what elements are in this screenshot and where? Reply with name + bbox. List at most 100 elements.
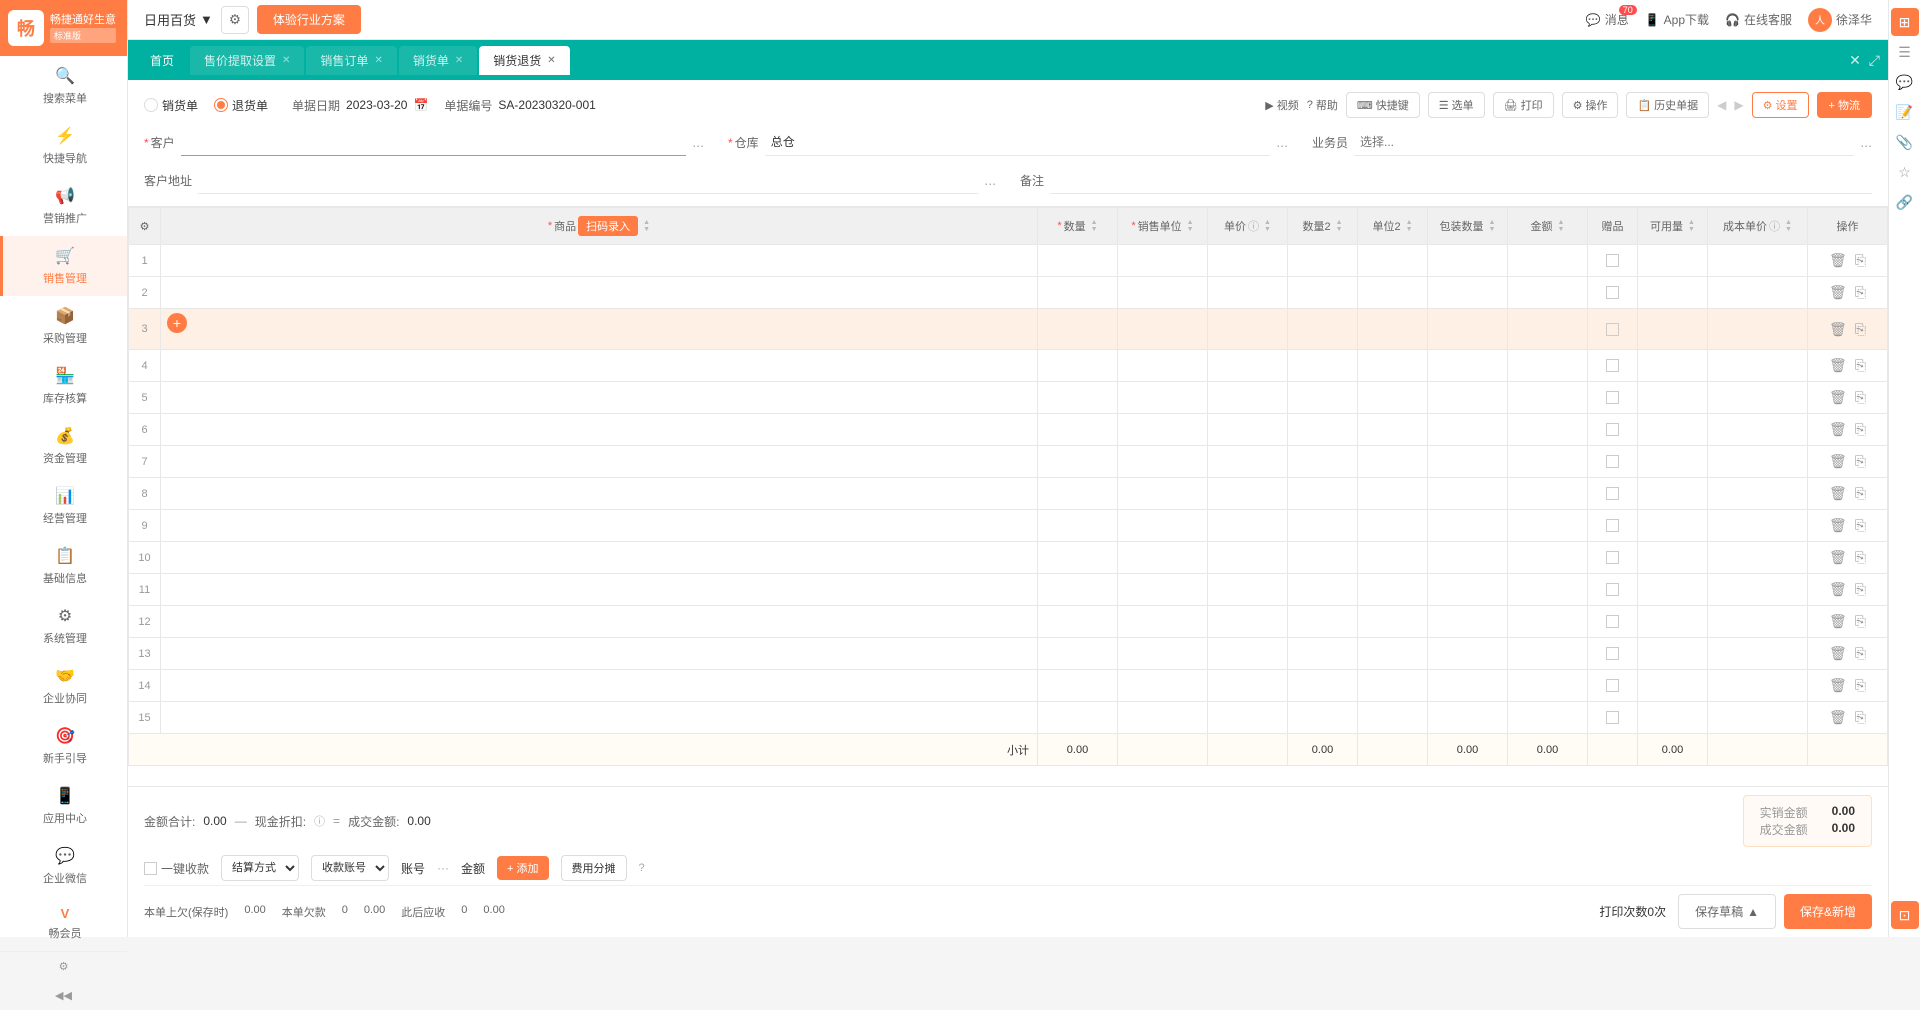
cost-price-cell[interactable] xyxy=(1708,414,1808,446)
amount-cell[interactable] xyxy=(1508,542,1588,574)
unit-sort-icon[interactable]: ▲▼ xyxy=(1187,219,1194,233)
amount-cell[interactable] xyxy=(1508,606,1588,638)
price-cell[interactable] xyxy=(1208,606,1288,638)
select-btn[interactable]: ☰ 选单 xyxy=(1428,92,1485,118)
gift-cell[interactable] xyxy=(1588,574,1638,606)
right-panel-attachment[interactable]: 📎 xyxy=(1891,128,1919,156)
cost-price-cell[interactable] xyxy=(1708,702,1808,734)
copy-row-btn[interactable]: ⎘ xyxy=(1853,419,1868,440)
qty2-cell[interactable] xyxy=(1288,574,1358,606)
amount-cell[interactable] xyxy=(1508,574,1588,606)
pack-qty-cell[interactable] xyxy=(1428,446,1508,478)
sidebar-item-sales[interactable]: 🛒 销售管理 xyxy=(0,236,127,296)
amount-sort-icon[interactable]: ▲▼ xyxy=(1558,219,1565,233)
qty-cell[interactable] xyxy=(1038,446,1118,478)
cost-price-cell[interactable] xyxy=(1708,309,1808,350)
unit2-cell[interactable] xyxy=(1358,382,1428,414)
unit-cell[interactable] xyxy=(1118,670,1208,702)
qty-cell[interactable] xyxy=(1038,670,1118,702)
pack-sort-icon[interactable]: ▲▼ xyxy=(1489,219,1496,233)
available-cell[interactable] xyxy=(1638,670,1708,702)
right-panel-table-view[interactable]: ⊞ xyxy=(1891,8,1919,36)
qty2-cell[interactable] xyxy=(1288,670,1358,702)
cost-sort-icon[interactable]: ▲▼ xyxy=(1785,219,1792,233)
price-cell[interactable] xyxy=(1208,542,1288,574)
tab-price-close-icon[interactable]: ✕ xyxy=(282,55,290,66)
unit2-cell[interactable] xyxy=(1358,478,1428,510)
pack-qty-cell[interactable] xyxy=(1428,670,1508,702)
unit-cell[interactable] xyxy=(1118,277,1208,309)
account-select[interactable]: 收款账号 xyxy=(311,855,389,881)
qty-cell[interactable] xyxy=(1038,702,1118,734)
pack-qty-cell[interactable] xyxy=(1428,574,1508,606)
price-info-icon[interactable]: ⓘ xyxy=(1248,218,1259,234)
pack-qty-cell[interactable] xyxy=(1428,542,1508,574)
settings-form-btn[interactable]: ⚙ 设置 xyxy=(1752,92,1809,118)
gift-checkbox[interactable] xyxy=(1606,679,1619,692)
unit-cell[interactable] xyxy=(1118,446,1208,478)
gift-checkbox[interactable] xyxy=(1606,615,1619,628)
available-cell[interactable] xyxy=(1638,478,1708,510)
qty-cell[interactable] xyxy=(1038,277,1118,309)
qty2-cell[interactable] xyxy=(1288,510,1358,542)
unit2-cell[interactable] xyxy=(1358,245,1428,277)
product-cell[interactable] xyxy=(161,574,1038,606)
product-cell[interactable] xyxy=(161,542,1038,574)
copy-row-btn[interactable]: ⎘ xyxy=(1853,250,1868,271)
pack-qty-cell[interactable] xyxy=(1428,245,1508,277)
save-draft-btn[interactable]: 保存草稿 ▲ xyxy=(1678,894,1776,929)
sidebar-item-inventory[interactable]: 🏪 库存核算 xyxy=(0,356,127,416)
gift-cell[interactable] xyxy=(1588,606,1638,638)
price-cell[interactable] xyxy=(1208,638,1288,670)
product-cell[interactable] xyxy=(161,245,1038,277)
pack-qty-cell[interactable] xyxy=(1428,478,1508,510)
gift-checkbox[interactable] xyxy=(1606,391,1619,404)
sidebar-item-marketing[interactable]: 📢 营销推广 xyxy=(0,176,127,236)
price-cell[interactable] xyxy=(1208,574,1288,606)
dots-link[interactable]: ··· xyxy=(437,861,449,875)
available-cell[interactable] xyxy=(1638,574,1708,606)
tab-sales-return[interactable]: 销货退货 ✕ xyxy=(479,46,569,75)
unit2-cell[interactable] xyxy=(1358,542,1428,574)
sidebar-settings-btn[interactable]: ⚙ xyxy=(0,952,127,981)
cost-price-cell[interactable] xyxy=(1708,277,1808,309)
gift-checkbox[interactable] xyxy=(1606,254,1619,267)
warehouse-dots[interactable]: ... xyxy=(1276,134,1288,150)
unit-cell[interactable] xyxy=(1118,510,1208,542)
unit-cell[interactable] xyxy=(1118,382,1208,414)
price-cell[interactable] xyxy=(1208,350,1288,382)
cost-price-cell[interactable] xyxy=(1708,574,1808,606)
unit-cell[interactable] xyxy=(1118,245,1208,277)
cost-price-cell[interactable] xyxy=(1708,606,1808,638)
copy-row-btn[interactable]: ⎘ xyxy=(1853,643,1868,664)
product-cell[interactable] xyxy=(161,446,1038,478)
copy-row-btn[interactable]: ⎘ xyxy=(1853,282,1868,303)
add-product-btn[interactable]: + xyxy=(167,313,187,333)
qty-cell[interactable] xyxy=(1038,542,1118,574)
tab-close-all-icon[interactable]: ✕ xyxy=(1849,52,1861,69)
qty2-cell[interactable] xyxy=(1288,606,1358,638)
gift-cell[interactable] xyxy=(1588,542,1638,574)
product-cell[interactable] xyxy=(161,510,1038,542)
gift-cell[interactable] xyxy=(1588,510,1638,542)
available-cell[interactable] xyxy=(1638,542,1708,574)
product-cell[interactable] xyxy=(161,414,1038,446)
customer-dots[interactable]: ... xyxy=(692,134,704,150)
right-panel-star[interactable]: ☆ xyxy=(1891,158,1919,186)
cost-info-icon[interactable]: ⓘ xyxy=(1769,218,1780,234)
available-cell[interactable] xyxy=(1638,414,1708,446)
qty2-cell[interactable] xyxy=(1288,277,1358,309)
amount-cell[interactable] xyxy=(1508,414,1588,446)
remark-input[interactable] xyxy=(1050,166,1872,194)
date-value[interactable]: 2023-03-20 xyxy=(346,98,407,112)
qty-cell[interactable] xyxy=(1038,245,1118,277)
qty-cell[interactable] xyxy=(1038,350,1118,382)
sidebar-item-wechat[interactable]: 💬 企业微信 xyxy=(0,836,127,896)
category-dropdown[interactable]: 日用百货 ▼ xyxy=(144,10,213,29)
tab-sales-order-close-icon[interactable]: ✕ xyxy=(374,55,382,66)
product-cell[interactable] xyxy=(161,478,1038,510)
available-cell[interactable] xyxy=(1638,309,1708,350)
qty-cell[interactable] xyxy=(1038,574,1118,606)
product-cell[interactable] xyxy=(161,277,1038,309)
save-new-btn[interactable]: 保存&新增 xyxy=(1784,894,1872,929)
